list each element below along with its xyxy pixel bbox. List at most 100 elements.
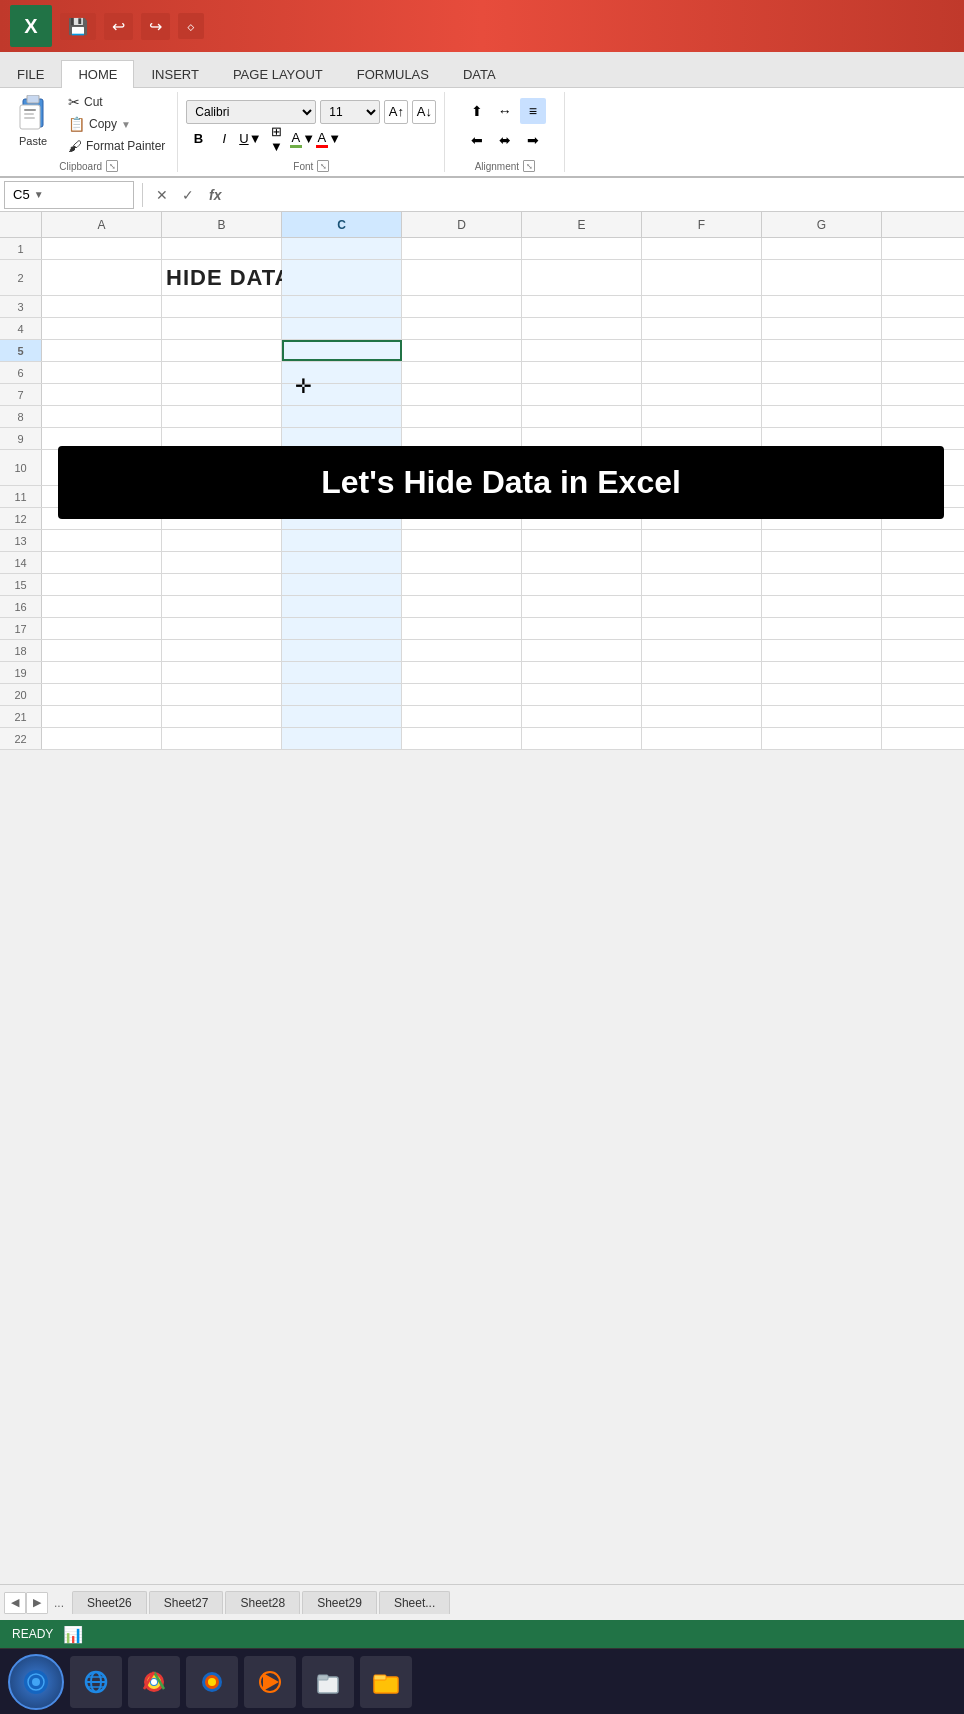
cell-A4[interactable]	[42, 318, 162, 339]
cell-D17[interactable]	[402, 618, 522, 639]
cell-A16[interactable]	[42, 596, 162, 617]
cell-B15[interactable]	[162, 574, 282, 595]
cell-F15[interactable]	[642, 574, 762, 595]
cell-F17[interactable]	[642, 618, 762, 639]
cell-C19[interactable]	[282, 662, 402, 683]
format-painter-button[interactable]: 🖌 Format Painter	[64, 136, 169, 156]
underline-button[interactable]: U ▼	[238, 127, 262, 151]
sheet-tab-28[interactable]: Sheet28	[225, 1591, 300, 1614]
tab-insert[interactable]: INSERT	[134, 60, 215, 88]
cell-D3[interactable]	[402, 296, 522, 317]
cell-A15[interactable]	[42, 574, 162, 595]
cell-F13[interactable]	[642, 530, 762, 551]
tab-formulas[interactable]: FORMULAS	[340, 60, 446, 88]
cell-G5[interactable]	[762, 340, 882, 361]
cell-F21[interactable]	[642, 706, 762, 727]
tab-page-layout[interactable]: PAGE LAYOUT	[216, 60, 340, 88]
cell-B7[interactable]	[162, 384, 282, 405]
copy-dropdown-arrow[interactable]: ▼	[121, 119, 131, 130]
cell-E18[interactable]	[522, 640, 642, 661]
cell-B21[interactable]	[162, 706, 282, 727]
col-header-E[interactable]: E	[522, 212, 642, 237]
cell-D13[interactable]	[402, 530, 522, 551]
cell-E20[interactable]	[522, 684, 642, 705]
firefox-button[interactable]	[186, 1656, 238, 1708]
cell-A1[interactable]	[42, 238, 162, 259]
cell-A14[interactable]	[42, 552, 162, 573]
cell-D5[interactable]	[402, 340, 522, 361]
sheet-tab-27[interactable]: Sheet27	[149, 1591, 224, 1614]
cell-G3[interactable]	[762, 296, 882, 317]
cell-B4[interactable]	[162, 318, 282, 339]
center-align-button[interactable]: ⬌	[492, 127, 518, 153]
cell-C3[interactable]	[282, 296, 402, 317]
cell-F16[interactable]	[642, 596, 762, 617]
cell-G8[interactable]	[762, 406, 882, 427]
sheet-tab-26[interactable]: Sheet26	[72, 1591, 147, 1614]
save-button[interactable]: 💾	[60, 13, 96, 40]
cell-B19[interactable]	[162, 662, 282, 683]
cell-B13[interactable]	[162, 530, 282, 551]
cell-G20[interactable]	[762, 684, 882, 705]
cancel-formula-button[interactable]: ✕	[151, 184, 173, 206]
folder-button[interactable]	[360, 1656, 412, 1708]
cell-A6[interactable]	[42, 362, 162, 383]
cell-D20[interactable]	[402, 684, 522, 705]
cell-C18[interactable]	[282, 640, 402, 661]
cell-C13[interactable]	[282, 530, 402, 551]
cell-B14[interactable]	[162, 552, 282, 573]
bold-button[interactable]: B	[186, 127, 210, 151]
cell-A3[interactable]	[42, 296, 162, 317]
cell-F18[interactable]	[642, 640, 762, 661]
increase-font-button[interactable]: A↑	[384, 100, 408, 124]
cell-D21[interactable]	[402, 706, 522, 727]
cell-D19[interactable]	[402, 662, 522, 683]
cell-E3[interactable]	[522, 296, 642, 317]
font-size-select[interactable]: 11	[320, 100, 380, 124]
file-manager-button[interactable]	[302, 1656, 354, 1708]
name-box[interactable]: C5 ▼	[4, 181, 134, 209]
cell-B17[interactable]	[162, 618, 282, 639]
font-expand[interactable]: ⤡	[317, 160, 329, 172]
ie-button[interactable]	[70, 1656, 122, 1708]
font-name-select[interactable]: Calibri	[186, 100, 316, 124]
cell-D16[interactable]	[402, 596, 522, 617]
cell-D6[interactable]	[402, 362, 522, 383]
cell-D7[interactable]	[402, 384, 522, 405]
cell-C17[interactable]	[282, 618, 402, 639]
start-button[interactable]	[8, 1654, 64, 1710]
cell-D15[interactable]	[402, 574, 522, 595]
media-player-button[interactable]	[244, 1656, 296, 1708]
cell-C5[interactable]	[282, 340, 402, 361]
cell-B6[interactable]	[162, 362, 282, 383]
top-align-button[interactable]: ⬆	[464, 98, 490, 124]
cell-A7[interactable]	[42, 384, 162, 405]
cell-F14[interactable]	[642, 552, 762, 573]
cell-A2[interactable]	[42, 260, 162, 295]
cell-G17[interactable]	[762, 618, 882, 639]
sheet-next-button[interactable]: ▶	[26, 1592, 48, 1614]
tab-home[interactable]: HOME	[61, 60, 134, 88]
sheet-more-button[interactable]: ...	[48, 1596, 70, 1610]
cell-B2[interactable]: HIDE DATA	[162, 260, 282, 295]
undo-button[interactable]: ↩	[104, 13, 133, 40]
cell-F7[interactable]	[642, 384, 762, 405]
cell-F19[interactable]	[642, 662, 762, 683]
name-box-arrow[interactable]: ▼	[34, 189, 44, 200]
col-header-B[interactable]: B	[162, 212, 282, 237]
cell-A17[interactable]	[42, 618, 162, 639]
cell-G14[interactable]	[762, 552, 882, 573]
cell-C6[interactable]	[282, 362, 402, 383]
cell-A13[interactable]	[42, 530, 162, 551]
cell-E13[interactable]	[522, 530, 642, 551]
cell-E15[interactable]	[522, 574, 642, 595]
cell-E16[interactable]	[522, 596, 642, 617]
cell-G2[interactable]	[762, 260, 882, 295]
cell-E4[interactable]	[522, 318, 642, 339]
cell-E21[interactable]	[522, 706, 642, 727]
border-button[interactable]: ⊞ ▼	[264, 127, 288, 151]
col-header-F[interactable]: F	[642, 212, 762, 237]
cell-B18[interactable]	[162, 640, 282, 661]
col-header-A[interactable]: A	[42, 212, 162, 237]
cell-C4[interactable]	[282, 318, 402, 339]
